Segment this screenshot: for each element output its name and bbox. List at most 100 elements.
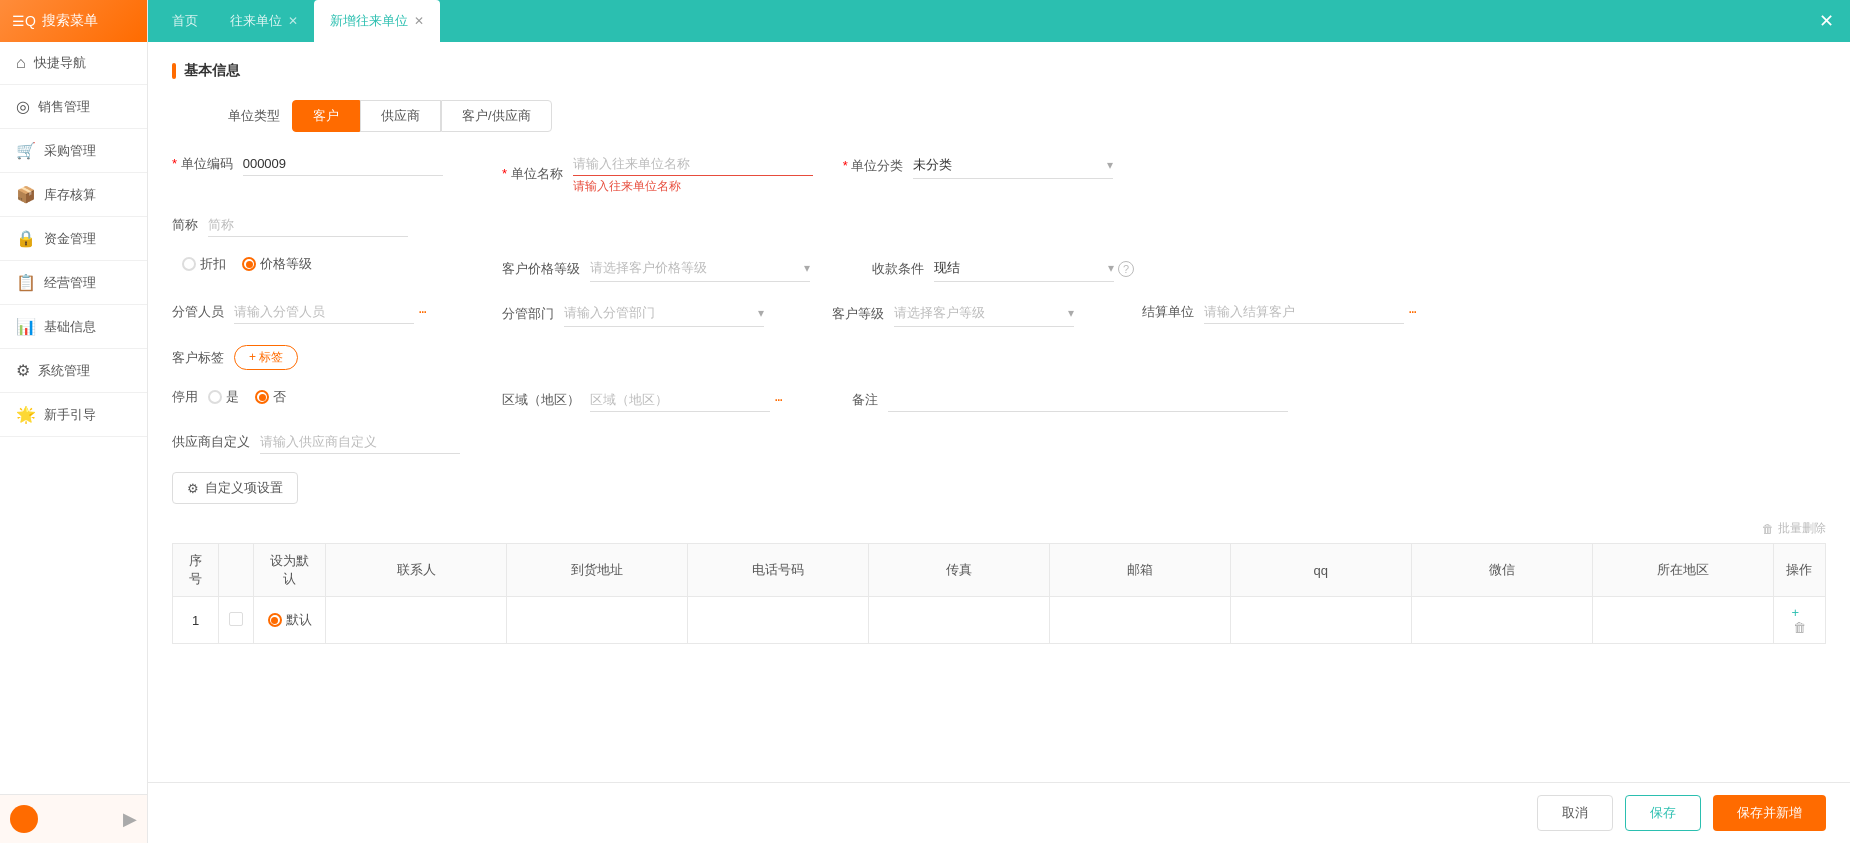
sidebar-item-system[interactable]: ⚙ 系统管理 [0, 349, 147, 393]
wechat-input[interactable] [1422, 613, 1582, 628]
radio-price-level-label: 价格等级 [260, 255, 312, 273]
radio-discount-label: 折扣 [200, 255, 226, 273]
add-tag-button[interactable]: + 标签 [234, 345, 298, 370]
field-disable: 停用 是 否 [172, 388, 472, 406]
col-wechat: 微信 [1411, 544, 1592, 597]
field-customer-price: 客户价格等级 请选择客户价格等级 ▾ [502, 255, 842, 282]
cell-email[interactable] [1049, 597, 1230, 644]
cell-address[interactable] [507, 597, 688, 644]
sidebar-item-quick-nav[interactable]: ⌂ 快捷导航 [0, 42, 147, 85]
phone-input[interactable] [698, 613, 858, 628]
fax-input[interactable] [879, 613, 1039, 628]
tab-partners[interactable]: 往来单位 ✕ [214, 0, 314, 42]
radio-disable-no[interactable]: 否 [255, 388, 286, 406]
tab-new-partner[interactable]: 新增往来单位 ✕ [314, 0, 440, 42]
settlement-input[interactable] [1204, 300, 1404, 324]
type-btn-supplier[interactable]: 供应商 [360, 100, 441, 132]
tab-partners-label: 往来单位 [230, 12, 282, 30]
radio-discount[interactable]: 折扣 [182, 255, 226, 273]
tab-partners-close[interactable]: ✕ [288, 14, 298, 28]
contact-input[interactable] [336, 613, 496, 628]
add-row-btn[interactable]: + [1791, 605, 1799, 620]
radio-disable-yes[interactable]: 是 [208, 388, 239, 406]
batch-delete-btn[interactable]: 🗑 批量删除 [1762, 520, 1826, 537]
sidebar-guide-label: 新手引导 [44, 406, 96, 424]
remark-input[interactable] [888, 388, 1288, 412]
tab-home[interactable]: 首页 [156, 0, 214, 42]
unit-code-input[interactable] [243, 152, 443, 176]
manager-input[interactable] [234, 300, 414, 324]
region-label: 区域（地区） [502, 391, 590, 409]
cell-checkbox[interactable] [219, 597, 254, 644]
custom-settings-label: 自定义项设置 [205, 479, 283, 497]
sidebar-item-inventory[interactable]: 📦 库存核算 [0, 173, 147, 217]
basic-icon: 📊 [16, 317, 36, 336]
section-bar-icon [172, 63, 176, 79]
collection-terms-help-icon[interactable]: ? [1118, 261, 1134, 277]
region-table-input[interactable] [1603, 613, 1763, 628]
sidebar-search[interactable]: ☰Q 搜索菜单 [0, 0, 147, 42]
region-more-btn[interactable]: ··· [774, 391, 781, 409]
cell-phone[interactable] [688, 597, 869, 644]
sidebar-item-sales[interactable]: ◎ 销售管理 [0, 85, 147, 129]
cell-qq[interactable] [1230, 597, 1411, 644]
sidebar-finance-label: 资金管理 [44, 230, 96, 248]
unit-name-group: 请输入往来单位名称 [573, 152, 813, 195]
customer-price-select[interactable]: 请选择客户价格等级 ▾ [590, 255, 810, 282]
delete-row-btn[interactable]: 🗑 [1793, 620, 1806, 635]
home-icon: ⌂ [16, 54, 26, 72]
unit-name-input[interactable] [573, 152, 813, 176]
type-btn-customer[interactable]: 客户 [292, 100, 360, 132]
tab-new-partner-label: 新增往来单位 [330, 12, 408, 30]
sidebar-search-label: 搜索菜单 [42, 12, 98, 30]
expand-icon[interactable]: ▶ [123, 808, 137, 830]
custom-settings-button[interactable]: ⚙ 自定义项设置 [172, 472, 298, 504]
save-button[interactable]: 保存 [1625, 795, 1701, 831]
type-btn-both[interactable]: 客户/供应商 [441, 100, 552, 132]
sidebar-purchase-label: 采购管理 [44, 142, 96, 160]
region-input[interactable] [590, 388, 770, 412]
customer-level-select[interactable]: 请选择客户等级 ▾ [894, 300, 1074, 327]
department-select[interactable]: 请输入分管部门 ▾ [564, 300, 764, 327]
collection-terms-chevron: ▾ [1108, 261, 1114, 275]
cell-region[interactable] [1592, 597, 1773, 644]
sales-icon: ◎ [16, 97, 30, 116]
qq-input[interactable] [1241, 613, 1401, 628]
unit-category-chevron: ▾ [1107, 158, 1113, 172]
sidebar-item-operations[interactable]: 📋 经营管理 [0, 261, 147, 305]
unit-category-select[interactable]: 未分类 ▾ [913, 152, 1113, 179]
abbr-input[interactable] [208, 213, 408, 237]
field-settlement: 结算单位 ··· [1142, 300, 1442, 324]
sidebar-item-guide[interactable]: 🌟 新手引导 [0, 393, 147, 437]
cell-fax[interactable] [868, 597, 1049, 644]
tabs-close-all[interactable]: ✕ [1811, 10, 1842, 32]
settlement-more-btn[interactable]: ··· [1408, 303, 1415, 321]
cancel-button[interactable]: 取消 [1537, 795, 1613, 831]
tab-home-label: 首页 [172, 12, 198, 30]
cell-contact[interactable] [326, 597, 507, 644]
manager-more-btn[interactable]: ··· [418, 303, 425, 321]
department-label: 分管部门 [502, 305, 564, 323]
cell-index: 1 [173, 597, 219, 644]
row-checkbox[interactable] [229, 612, 243, 626]
cell-wechat[interactable] [1411, 597, 1592, 644]
field-region: 区域（地区） ··· [502, 388, 822, 412]
unit-category-label: 单位分类 [843, 157, 914, 175]
col-email: 邮箱 [1049, 544, 1230, 597]
unit-type-row: 单位类型 客户 供应商 客户/供应商 [172, 100, 1826, 132]
unit-name-error: 请输入往来单位名称 [573, 178, 813, 195]
field-collection-terms: 收款条件 现结 ▾ ? [872, 255, 1172, 282]
sidebar-item-basic[interactable]: 📊 基础信息 [0, 305, 147, 349]
sidebar-item-finance[interactable]: 🔒 资金管理 [0, 217, 147, 261]
finance-icon: 🔒 [16, 229, 36, 248]
address-input[interactable] [517, 613, 677, 628]
save-and-add-button[interactable]: 保存并新增 [1713, 795, 1826, 831]
radio-price-level[interactable]: 价格等级 [242, 255, 312, 273]
collection-terms-select[interactable]: 现结 ▾ [934, 255, 1114, 282]
tab-new-partner-close[interactable]: ✕ [414, 14, 424, 28]
row-default-radio[interactable]: 默认 [264, 611, 315, 629]
sidebar-operations-label: 经营管理 [44, 274, 96, 292]
supplier-custom-input[interactable] [260, 430, 460, 454]
email-input[interactable] [1060, 613, 1220, 628]
sidebar-item-purchase[interactable]: 🛒 采购管理 [0, 129, 147, 173]
